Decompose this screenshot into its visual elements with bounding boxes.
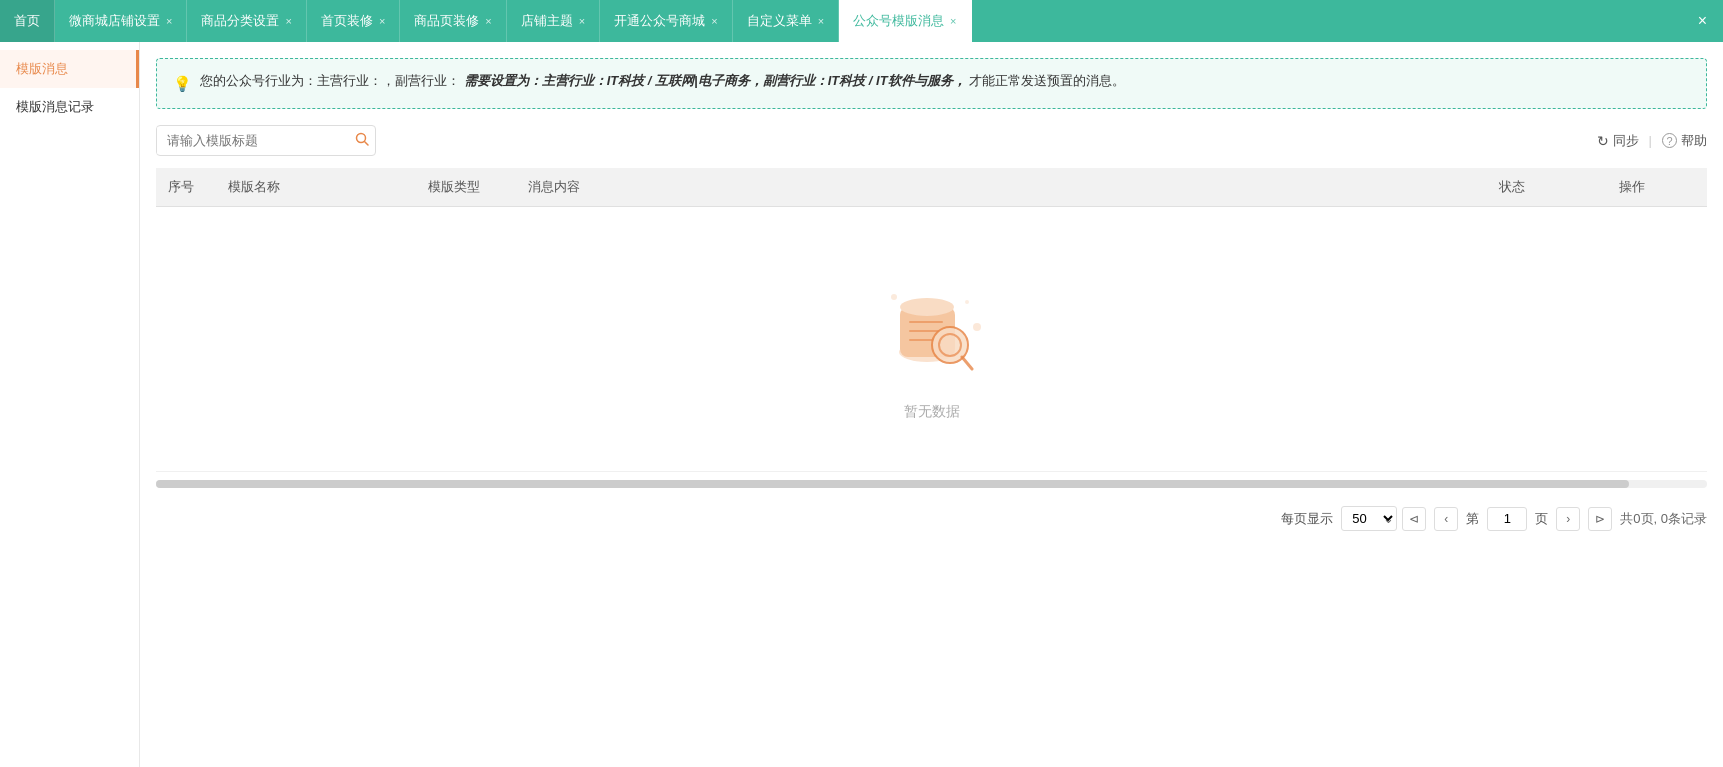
nav-tab-open-wechat[interactable]: 开通公众号商城 × xyxy=(600,0,732,42)
svg-point-13 xyxy=(973,323,981,331)
nav-tab-home-decor-label: 首页装修 xyxy=(321,12,373,30)
nav-tab-product-category[interactable]: 商品分类设置 × xyxy=(187,0,306,42)
horizontal-scrollbar[interactable] xyxy=(156,480,1707,488)
table-empty-cell: 暂无数据 xyxy=(156,207,1707,472)
empty-state: 暂无数据 xyxy=(168,217,1695,461)
top-nav: 首页 微商城店铺设置 × 商品分类设置 × 首页装修 × 商品页装修 × 店铺主… xyxy=(0,0,1723,42)
empty-icon xyxy=(872,277,992,387)
svg-point-11 xyxy=(891,294,897,300)
nav-tab-open-wechat-label: 开通公众号商城 xyxy=(614,12,705,30)
content-area: 💡 您的公众号行业为：主营行业：，副营行业： 需要设置为：主营行业：IT科技 /… xyxy=(140,42,1723,767)
sync-button[interactable]: ↻ 同步 xyxy=(1597,132,1639,150)
nav-tab-home-label: 首页 xyxy=(14,12,40,30)
close-icon[interactable]: × xyxy=(166,15,172,27)
close-icon[interactable]: × xyxy=(285,15,291,27)
page-label-before: 第 xyxy=(1466,510,1479,528)
help-button[interactable]: ? 帮助 xyxy=(1662,132,1707,150)
nav-tab-template-msg-label: 公众号模版消息 xyxy=(853,12,944,30)
nav-tab-home[interactable]: 首页 xyxy=(0,0,55,42)
col-content: 消息内容 xyxy=(516,168,1487,207)
data-table: 序号 模版名称 模版类型 消息内容 状态 操作 xyxy=(156,168,1707,472)
notice-suffix: 才能正常发送预置的消息。 xyxy=(969,73,1125,88)
nav-tab-product-decor-label: 商品页装修 xyxy=(414,12,479,30)
empty-text: 暂无数据 xyxy=(168,403,1695,421)
nav-tab-product-decor[interactable]: 商品页装修 × xyxy=(400,0,506,42)
close-icon[interactable]: × xyxy=(379,15,385,27)
toolbar-right: ↻ 同步 | ? 帮助 xyxy=(1597,132,1707,150)
sync-icon: ↻ xyxy=(1597,133,1609,149)
close-all-button[interactable]: × xyxy=(1682,0,1723,42)
page-size-select[interactable]: 50 10 20 100 xyxy=(1341,506,1397,531)
col-index: 序号 xyxy=(156,168,216,207)
nav-tab-custom-menu[interactable]: 自定义菜单 × xyxy=(733,0,839,42)
nav-tab-shop-theme[interactable]: 店铺主题 × xyxy=(507,0,600,42)
scrollbar-thumb[interactable] xyxy=(156,480,1629,488)
search-icon xyxy=(355,132,369,146)
svg-line-10 xyxy=(962,357,972,369)
help-icon: ? xyxy=(1662,133,1677,148)
search-input-wrap xyxy=(156,125,376,156)
total-info: 共0页, 0条记录 xyxy=(1620,510,1707,528)
col-type: 模版类型 xyxy=(416,168,516,207)
col-name: 模版名称 xyxy=(216,168,416,207)
nav-tab-shop-theme-label: 店铺主题 xyxy=(521,12,573,30)
col-action: 操作 xyxy=(1607,168,1707,207)
sidebar-item-template-record[interactable]: 模版消息记录 xyxy=(0,88,139,126)
nav-tab-home-decor[interactable]: 首页装修 × xyxy=(307,0,400,42)
search-input[interactable] xyxy=(157,127,345,154)
search-button[interactable] xyxy=(345,126,376,155)
svg-point-12 xyxy=(965,300,969,304)
first-page-button[interactable]: ⊲ xyxy=(1402,507,1426,531)
close-icon[interactable]: × xyxy=(711,15,717,27)
notice-icon: 💡 xyxy=(173,72,192,96)
sidebar-item-template-record-label: 模版消息记录 xyxy=(16,99,94,114)
close-icon[interactable]: × xyxy=(485,15,491,27)
nav-tab-template-msg[interactable]: 公众号模版消息 × xyxy=(839,0,971,42)
pagination: 每页显示 50 10 20 100 ⌄ ⊲ ‹ 第 页 › ⊳ 共0页, 0条记… xyxy=(156,496,1707,535)
close-icon[interactable]: × xyxy=(950,15,956,27)
notice-text: 您的公众号行业为：主营行业：，副营行业： 需要设置为：主营行业：IT科技 / 互… xyxy=(200,71,1125,92)
page-size-label: 每页显示 xyxy=(1281,510,1333,528)
page-number-input[interactable] xyxy=(1487,507,1527,531)
sidebar: 模版消息 模版消息记录 xyxy=(0,42,140,767)
table-body: 暂无数据 xyxy=(156,207,1707,472)
notice-highlight: 需要设置为：主营行业：IT科技 / 互联网|电子商务，副营行业：IT科技 / I… xyxy=(464,73,966,88)
nav-tab-custom-menu-label: 自定义菜单 xyxy=(747,12,812,30)
nav-tab-product-category-label: 商品分类设置 xyxy=(201,12,279,30)
search-row: ↻ 同步 | ? 帮助 xyxy=(156,125,1707,156)
col-status: 状态 xyxy=(1487,168,1607,207)
table-header: 序号 模版名称 模版类型 消息内容 状态 操作 xyxy=(156,168,1707,207)
notice-box: 💡 您的公众号行业为：主营行业：，副营行业： 需要设置为：主营行业：IT科技 /… xyxy=(156,58,1707,109)
last-page-button[interactable]: ⊳ xyxy=(1588,507,1612,531)
svg-point-4 xyxy=(900,298,954,316)
notice-prefix: 您的公众号行业为：主营行业：，副营行业： xyxy=(200,73,460,88)
toolbar-divider: | xyxy=(1649,133,1652,148)
nav-tab-micro-shop-label: 微商城店铺设置 xyxy=(69,12,160,30)
nav-tab-micro-shop[interactable]: 微商城店铺设置 × xyxy=(55,0,187,42)
close-icon[interactable]: × xyxy=(579,15,585,27)
close-icon[interactable]: × xyxy=(818,15,824,27)
svg-line-1 xyxy=(365,142,369,146)
table-empty-row: 暂无数据 xyxy=(156,207,1707,472)
main-layout: 模版消息 模版消息记录 💡 您的公众号行业为：主营行业：，副营行业： 需要设置为… xyxy=(0,42,1723,767)
page-label-after: 页 xyxy=(1535,510,1548,528)
help-label: 帮助 xyxy=(1681,132,1707,150)
next-page-button[interactable]: › xyxy=(1556,507,1580,531)
prev-page-button[interactable]: ‹ xyxy=(1434,507,1458,531)
sync-label: 同步 xyxy=(1613,132,1639,150)
sidebar-item-template-msg-label: 模版消息 xyxy=(16,61,68,76)
sidebar-item-template-msg[interactable]: 模版消息 xyxy=(0,50,139,88)
